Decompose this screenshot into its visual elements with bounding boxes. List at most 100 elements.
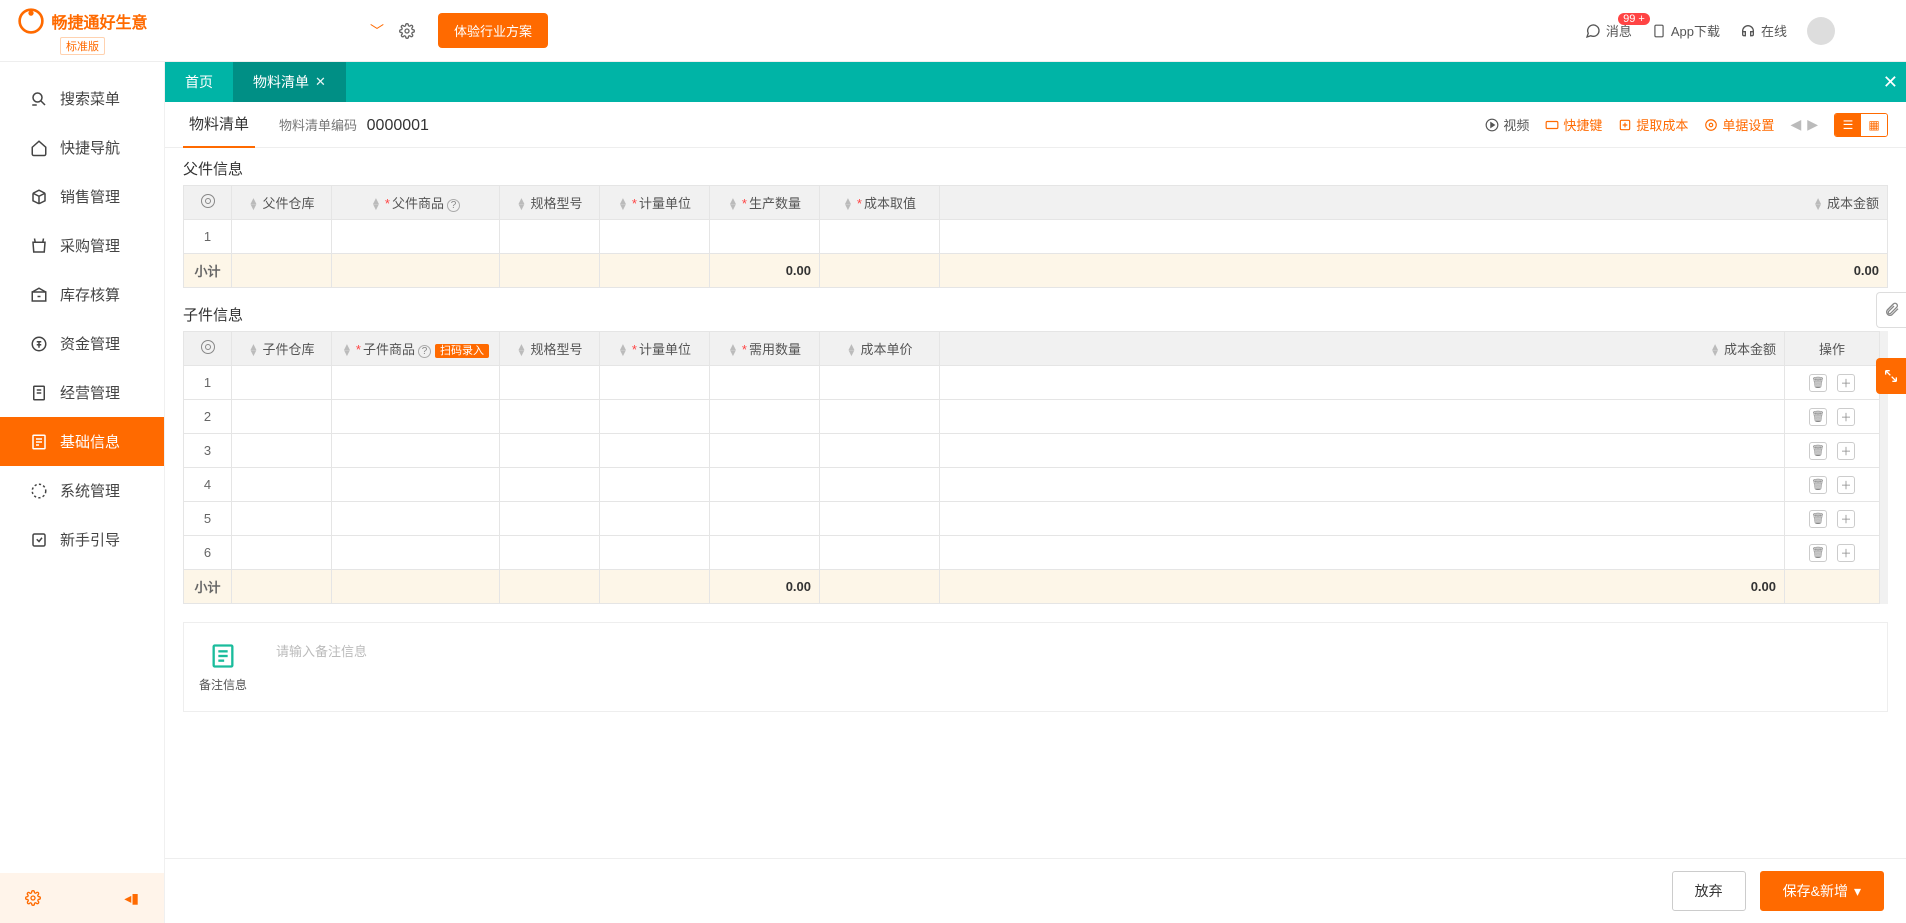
parent-col-settings[interactable] (184, 186, 232, 220)
delete-row-icon[interactable]: 🗑 (1809, 510, 1827, 528)
child-col-amount[interactable]: ▲▼成本金额 (940, 332, 1785, 366)
child-col-warehouse[interactable]: ▲▼子件仓库 (232, 332, 332, 366)
keyboard-icon (1545, 118, 1559, 132)
save-new-button[interactable]: 保存&新增 ▾ (1760, 871, 1884, 911)
table-row[interactable]: 6🗑＋ (184, 536, 1880, 570)
guide-icon (30, 531, 48, 549)
view-toggle: ☰ ▦ (1834, 113, 1888, 137)
sidebar-item-system[interactable]: 系统管理 (0, 466, 164, 515)
sidebar-item-basic-info[interactable]: 基础信息 (0, 417, 164, 466)
table-row[interactable]: 3🗑＋ (184, 434, 1880, 468)
table-row[interactable]: 1 (184, 220, 1888, 254)
document-toolbar: 物料清单 物料清单编码 0000001 视频 快捷键 (165, 102, 1906, 148)
parent-col-qty[interactable]: ▲▼*生产数量 (710, 186, 820, 220)
messages-link[interactable]: 消息 99 + (1585, 21, 1632, 40)
table-row[interactable]: 5🗑＋ (184, 502, 1880, 536)
sidebar-item-inventory[interactable]: 库存核算 (0, 270, 164, 319)
collapse-sidebar-icon[interactable]: ◂▮ (124, 890, 139, 907)
close-icon[interactable]: ✕ (315, 74, 326, 90)
child-subtotal-row: 小计 0.00 0.00 (184, 570, 1880, 604)
sidebar-item-search-menu[interactable]: 搜索菜单 (0, 74, 164, 123)
account-select[interactable]: ﹀ (180, 21, 420, 41)
video-link[interactable]: 视频 (1485, 115, 1529, 134)
table-row[interactable]: 2🗑＋ (184, 400, 1880, 434)
doc-code-value: 0000001 (367, 117, 429, 134)
gear-icon (1704, 118, 1718, 132)
parent-col-spec[interactable]: ▲▼规格型号 (500, 186, 600, 220)
sidebar-item-sales[interactable]: 销售管理 (0, 172, 164, 221)
child-col-product[interactable]: ▲▼*子件商品?扫码录入 (332, 332, 500, 366)
quick-nav-icon (30, 139, 48, 157)
remarks-input[interactable] (262, 623, 1887, 711)
funds-icon (30, 335, 48, 353)
child-col-qty[interactable]: ▲▼*需用数量 (710, 332, 820, 366)
parent-col-costmethod[interactable]: ▲▼*成本取值 (820, 186, 940, 220)
parent-col-amount[interactable]: ▲▼成本金额 (940, 186, 1888, 220)
discard-button[interactable]: 放弃 (1672, 871, 1746, 911)
parent-col-warehouse[interactable]: ▲▼父件仓库 (232, 186, 332, 220)
expand-icon[interactable] (1876, 358, 1906, 394)
sidebar-item-guide[interactable]: 新手引导 (0, 515, 164, 564)
tab-0[interactable]: 首页 (165, 62, 233, 102)
close-all-tabs-icon[interactable]: ✕ (1883, 62, 1898, 102)
shortcut-link[interactable]: 快捷键 (1545, 115, 1602, 134)
extract-cost-link[interactable]: 提取成本 (1618, 115, 1688, 134)
sidebar-item-label: 销售管理 (60, 186, 120, 207)
attachment-icon[interactable] (1876, 292, 1906, 328)
parent-section-title: 父件信息 (165, 148, 1906, 185)
scan-badge[interactable]: 扫码录入 (435, 344, 489, 358)
settings-icon[interactable] (25, 890, 41, 906)
sidebar-item-label: 搜索菜单 (60, 88, 120, 109)
child-col-spec[interactable]: ▲▼规格型号 (500, 332, 600, 366)
add-row-icon[interactable]: ＋ (1837, 374, 1855, 392)
child-col-unitcost[interactable]: ▲▼成本单价 (820, 332, 940, 366)
parent-table: ▲▼父件仓库 ▲▼*父件商品? ▲▼规格型号 ▲▼*计量单位 ▲▼*生产数量 ▲… (183, 185, 1888, 288)
table-row[interactable]: 4🗑＋ (184, 468, 1880, 502)
sidebar-item-operations[interactable]: 经营管理 (0, 368, 164, 417)
sidebar: 搜索菜单快捷导航销售管理采购管理库存核算资金管理经营管理基础信息系统管理新手引导… (0, 62, 165, 923)
sidebar-item-purchase[interactable]: 采购管理 (0, 221, 164, 270)
headset-icon (1740, 23, 1756, 39)
doc-settings-link[interactable]: 单据设置 (1704, 115, 1774, 134)
parent-subtotal-row: 小计 0.00 0.00 (184, 254, 1888, 288)
add-row-icon[interactable]: ＋ (1837, 408, 1855, 426)
add-row-icon[interactable]: ＋ (1837, 544, 1855, 562)
brand-name: 畅捷通好生意 (51, 9, 147, 33)
add-row-icon[interactable]: ＋ (1837, 476, 1855, 494)
sidebar-item-funds[interactable]: 资金管理 (0, 319, 164, 368)
inventory-icon (30, 286, 48, 304)
user-account[interactable] (1807, 17, 1891, 45)
table-row[interactable]: 1🗑＋ (184, 366, 1880, 400)
child-table: ▲▼子件仓库 ▲▼*子件商品?扫码录入 ▲▼规格型号 ▲▼*计量单位 ▲▼*需用… (183, 331, 1880, 604)
delete-row-icon[interactable]: 🗑 (1809, 408, 1827, 426)
avatar (1807, 17, 1835, 45)
next-doc-icon[interactable]: ▶ (1807, 116, 1818, 133)
sidebar-item-quick-nav[interactable]: 快捷导航 (0, 123, 164, 172)
doc-tab-material-list[interactable]: 物料清单 (183, 102, 255, 148)
purchase-icon (30, 237, 48, 255)
sidebar-item-label: 经营管理 (60, 382, 120, 403)
prev-doc-icon[interactable]: ◀ (1790, 116, 1801, 133)
view-list-icon[interactable]: ☰ (1835, 114, 1861, 136)
child-col-unit[interactable]: ▲▼*计量单位 (600, 332, 710, 366)
online-support-link[interactable]: 在线 (1740, 21, 1787, 40)
add-row-icon[interactable]: ＋ (1837, 442, 1855, 460)
delete-row-icon[interactable]: 🗑 (1809, 544, 1827, 562)
tab-1[interactable]: 物料清单✕ (233, 62, 346, 102)
appdownload-link[interactable]: App下载 (1652, 21, 1720, 40)
delete-row-icon[interactable]: 🗑 (1809, 442, 1827, 460)
parent-col-product[interactable]: ▲▼*父件商品? (332, 186, 500, 220)
remarks-panel: 备注信息 (183, 622, 1888, 712)
child-col-settings[interactable] (184, 332, 232, 366)
info-icon: ? (447, 199, 460, 212)
cta-button[interactable]: 体验行业方案 (438, 13, 548, 48)
child-col-ops: 操作 (1785, 332, 1880, 366)
add-row-icon[interactable]: ＋ (1837, 510, 1855, 528)
sidebar-item-label: 快捷导航 (60, 137, 120, 158)
gear-icon[interactable] (399, 23, 415, 39)
extract-icon (1618, 118, 1632, 132)
delete-row-icon[interactable]: 🗑 (1809, 476, 1827, 494)
parent-col-unit[interactable]: ▲▼*计量单位 (600, 186, 710, 220)
view-grid-icon[interactable]: ▦ (1861, 114, 1887, 136)
delete-row-icon[interactable]: 🗑 (1809, 374, 1827, 392)
